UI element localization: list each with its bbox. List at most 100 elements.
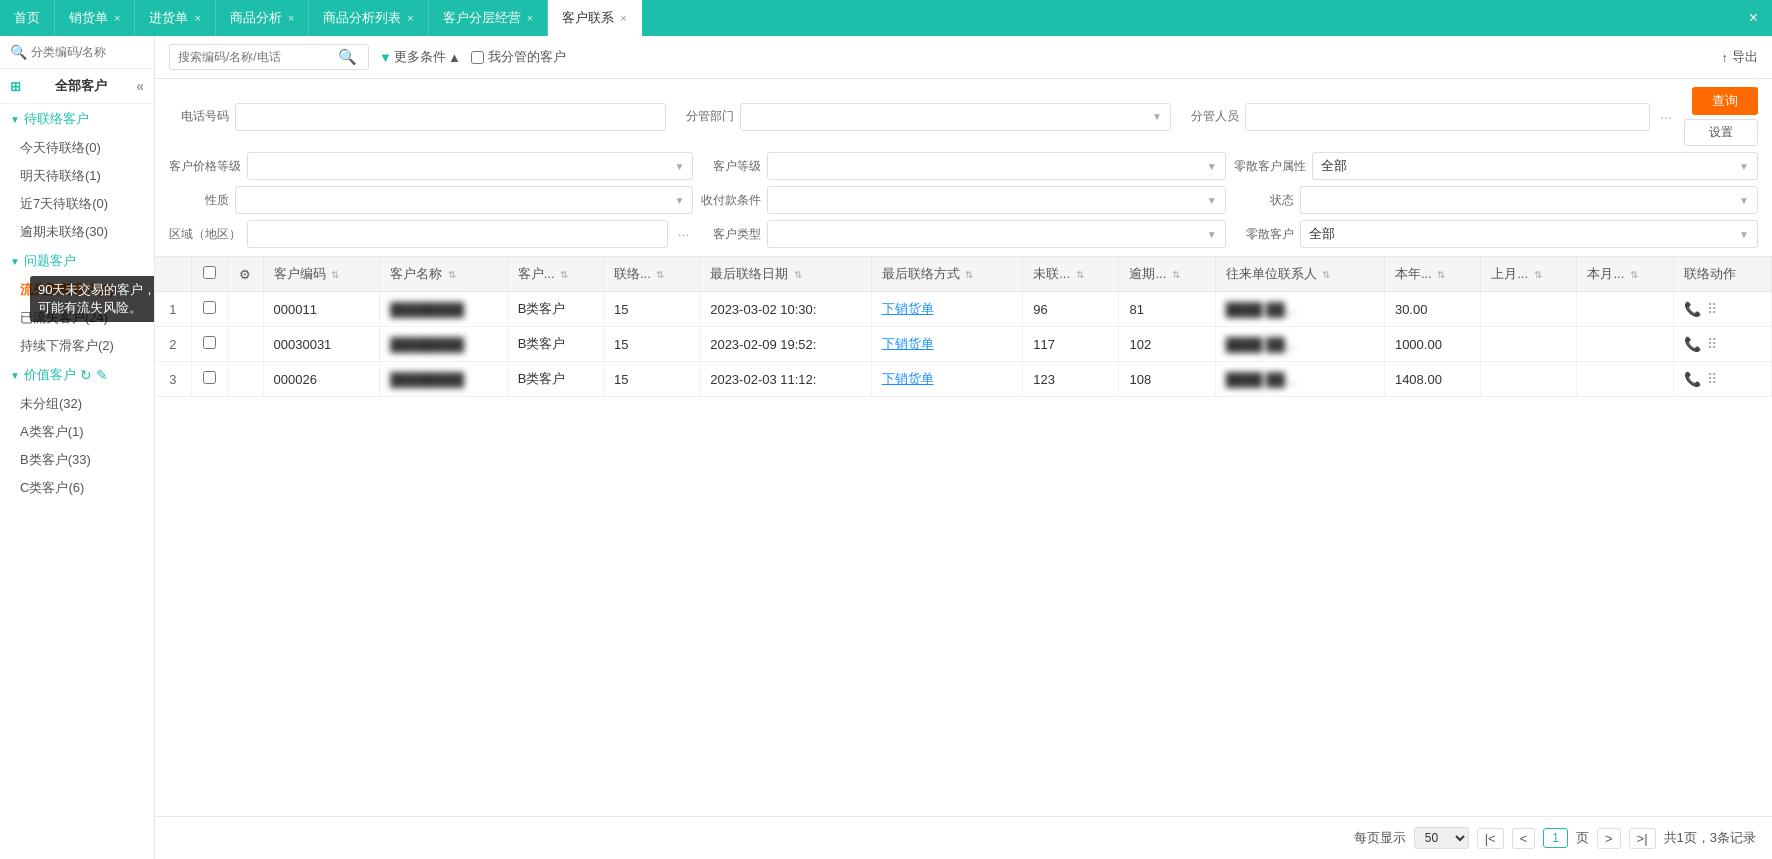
filter-region-dots[interactable]: ··· <box>674 226 694 242</box>
col-last-month-sort[interactable]: ⇅ <box>1534 269 1542 280</box>
sidebar-search-input[interactable] <box>31 45 144 59</box>
tab-customer-contact[interactable]: 客户联系 × <box>548 0 641 36</box>
filter-dept-select[interactable]: ▼ <box>740 103 1171 131</box>
action-more-icon[interactable]: ⠿ <box>1707 336 1717 352</box>
page-prev-btn[interactable]: < <box>1512 828 1536 849</box>
tab-product-analysis[interactable]: 商品分析 × <box>216 0 309 36</box>
filter-retail-customer-select[interactable]: 全部 ▼ <box>1300 220 1758 248</box>
tab-bar-close-btn[interactable]: × <box>1735 9 1772 27</box>
row-check[interactable] <box>191 292 227 327</box>
filter-person-input[interactable] <box>1245 103 1650 131</box>
action-phone-icon[interactable]: 📞 <box>1684 371 1701 387</box>
col-this-year-sort[interactable]: ⇅ <box>1437 269 1445 280</box>
tab-customer-tier[interactable]: 客户分层经营 × <box>429 0 548 36</box>
sidebar-item-churn-warning[interactable]: 流失预警客户(3) <box>0 276 154 304</box>
select-all-checkbox[interactable] <box>203 266 216 279</box>
tab-purchase-close[interactable]: × <box>194 12 200 24</box>
action-more-icon[interactable]: ⠿ <box>1707 371 1717 387</box>
col-contact-sort[interactable]: ⇅ <box>656 269 664 280</box>
row-last-way[interactable]: 下销货单 <box>871 327 1023 362</box>
sidebar-item-today[interactable]: 今天待联络(0) <box>0 134 154 162</box>
action-phone-icon[interactable]: 📞 <box>1684 336 1701 352</box>
row-check[interactable] <box>191 327 227 362</box>
tab-customer-tier-close[interactable]: × <box>527 12 533 24</box>
filter-search-input[interactable] <box>178 50 338 64</box>
filter-region-input[interactable] <box>247 220 668 248</box>
tab-product-list[interactable]: 商品分析列表 × <box>309 0 428 36</box>
tab-customer-contact-close[interactable]: × <box>620 12 626 24</box>
filter-payment-select[interactable]: ▼ <box>767 186 1225 214</box>
sidebar-group-pending-label: 待联络客户 <box>24 110 89 128</box>
settings-btn[interactable]: 设置 <box>1684 119 1758 146</box>
sidebar-group-problem[interactable]: ▼ 问题客户 <box>0 246 154 276</box>
tab-purchase[interactable]: 进货单 × <box>135 0 215 36</box>
row-settings <box>227 362 263 397</box>
row-checkbox-2[interactable] <box>203 371 216 384</box>
tab-product-list-close[interactable]: × <box>407 12 413 24</box>
sidebar-item-a-class[interactable]: A类客户(1) <box>0 418 154 446</box>
filter-price-level-select[interactable]: ▼ <box>247 152 693 180</box>
page-next-btn[interactable]: > <box>1597 828 1621 849</box>
sidebar-item-overdue[interactable]: 逾期未联络(30) <box>0 218 154 246</box>
col-this-year-label: 本年... <box>1395 266 1432 281</box>
col-this-month-sort[interactable]: ⇅ <box>1630 269 1638 280</box>
filter-person-dots[interactable]: ··· <box>1656 109 1676 125</box>
sidebar-group-pending[interactable]: ▼ 待联络客户 <box>0 104 154 134</box>
tab-home[interactable]: 首页 <box>0 0 55 36</box>
tab-sales[interactable]: 销货单 × <box>55 0 135 36</box>
my-customers-checkbox[interactable] <box>471 51 484 64</box>
sidebar-item-declining[interactable]: 持续下滑客户(2) <box>0 332 154 360</box>
sidebar-item-ungrouped[interactable]: 未分组(32) <box>0 390 154 418</box>
sidebar-value-edit-icon[interactable]: ✎ <box>96 367 108 383</box>
row-last-way-link[interactable]: 下销货单 <box>882 301 934 316</box>
row-checkbox-1[interactable] <box>203 336 216 349</box>
sidebar-all-customers[interactable]: ⊞ 全部客户 « <box>0 69 154 104</box>
filter-retail-attr-select[interactable]: 全部 ▼ <box>1312 152 1758 180</box>
sidebar-group-value[interactable]: ▼ 价值客户 ↻ ✎ <box>0 360 154 390</box>
col-header-settings[interactable]: ⚙ <box>227 257 263 292</box>
col-overdue-sort[interactable]: ⇅ <box>1172 269 1180 280</box>
action-more-icon[interactable]: ⠿ <box>1707 301 1717 317</box>
filter-my-customers[interactable]: 我分管的客户 <box>471 48 566 66</box>
sidebar-item-tomorrow[interactable]: 明天待联络(1) <box>0 162 154 190</box>
sidebar-collapse-btn[interactable]: « <box>136 78 144 94</box>
col-name-sort[interactable]: ⇅ <box>448 269 456 280</box>
sidebar-item-c-class[interactable]: C类客户(6) <box>0 474 154 502</box>
row-last-way-link[interactable]: 下销货单 <box>882 336 934 351</box>
row-last-way[interactable]: 下销货单 <box>871 292 1023 327</box>
filter-phone-input[interactable] <box>235 103 666 131</box>
sidebar-value-refresh-icon[interactable]: ↻ <box>80 367 92 383</box>
filter-status-select[interactable]: ▼ <box>1300 186 1758 214</box>
tab-product-analysis-close[interactable]: × <box>288 12 294 24</box>
col-last-date-sort[interactable]: ⇅ <box>794 269 802 280</box>
filter-dept-field: 分管部门 ▼ <box>674 103 1171 131</box>
action-phone-icon[interactable]: 📞 <box>1684 301 1701 317</box>
row-check[interactable] <box>191 362 227 397</box>
export-btn[interactable]: ↑ 导出 <box>1722 48 1759 66</box>
sidebar-item-7days[interactable]: 近7天待联络(0) <box>0 190 154 218</box>
col-uncontacted-sort[interactable]: ⇅ <box>1076 269 1084 280</box>
row-last-way[interactable]: 下销货单 <box>871 362 1023 397</box>
filter-more-btn[interactable]: ▼ 更多条件 ▲ <box>379 48 461 66</box>
col-last-way-sort[interactable]: ⇅ <box>965 269 973 280</box>
main-layout: 🔍 ⊞ 全部客户 « ▼ 待联络客户 今天待联络(0) 明天待联络(1) 近7天… <box>0 36 1772 859</box>
query-btn[interactable]: 查询 <box>1692 87 1758 115</box>
filter-gender-select[interactable]: ▼ <box>235 186 693 214</box>
col-code-sort[interactable]: ⇅ <box>331 269 339 280</box>
filter-search-btn[interactable]: 🔍 <box>338 48 357 66</box>
row-last-way-link[interactable]: 下销货单 <box>882 371 934 386</box>
col-unit-contact-sort[interactable]: ⇅ <box>1322 269 1330 280</box>
tab-sales-close[interactable]: × <box>114 12 120 24</box>
row-checkbox-0[interactable] <box>203 301 216 314</box>
filter-region-label: 区域（地区） <box>169 226 241 243</box>
page-first-btn[interactable]: |< <box>1477 828 1504 849</box>
sidebar-item-churned[interactable]: 已流失客户(24) <box>0 304 154 332</box>
row-last-month <box>1481 327 1577 362</box>
page-size-select[interactable]: 50 20 100 <box>1414 827 1469 849</box>
sidebar-item-b-class[interactable]: B类客户(33) <box>0 446 154 474</box>
filter-customer-level-select[interactable]: ▼ <box>767 152 1225 180</box>
filter-customer-type-select[interactable]: ▼ <box>767 220 1225 248</box>
col-type-sort[interactable]: ⇅ <box>560 269 568 280</box>
filter-status-label: 状态 <box>1234 192 1294 209</box>
page-last-btn[interactable]: >| <box>1629 828 1656 849</box>
